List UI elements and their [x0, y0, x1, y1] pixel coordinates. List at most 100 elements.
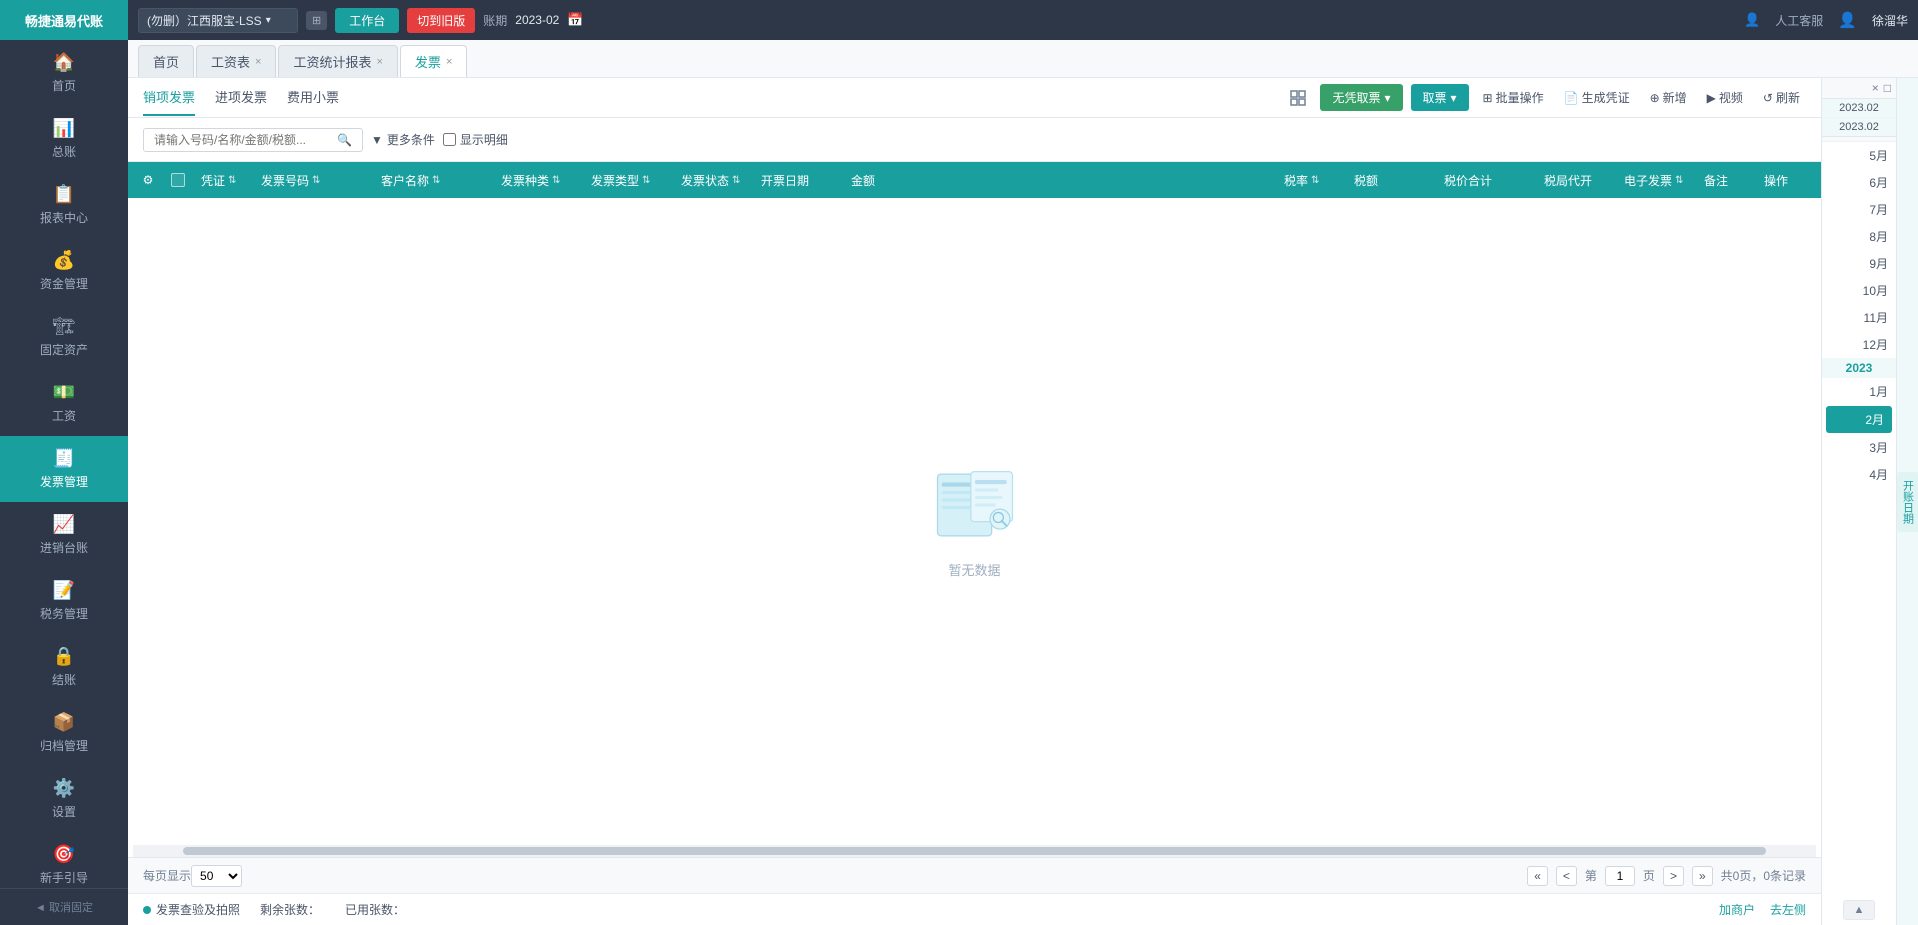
sidebar-item-home[interactable]: 🏠 首页 [0, 40, 128, 106]
date-month-2023-02[interactable]: 2月 [1826, 406, 1892, 433]
open-date-button[interactable]: 开账日期 [1897, 472, 1918, 532]
th-status: 发票状态 ⇅ [673, 172, 753, 189]
tab-home[interactable]: 首页 [138, 45, 194, 77]
th-checkbox[interactable] [163, 173, 193, 187]
date-month-2022-09[interactable]: 9月 [1822, 250, 1896, 277]
sidebar-item-funds[interactable]: 💰 资金管理 [0, 238, 128, 304]
th-remark: 备注 [1696, 172, 1756, 189]
first-page-button[interactable]: « [1527, 866, 1548, 886]
sidebar-pin-toggle[interactable]: ◄ 取消固定 [0, 888, 128, 925]
new-button[interactable]: ⊕ 新增 [1644, 84, 1693, 111]
prev-page-button[interactable]: < [1556, 866, 1577, 886]
refresh-icon: ↺ [1763, 91, 1773, 105]
invoice-type-sort-icon[interactable]: ⇅ [642, 175, 650, 186]
date-panel-close-icon[interactable]: × [1872, 81, 1879, 95]
copy-icon: ⊞ [312, 15, 321, 27]
date-month-2023-03[interactable]: 3月 [1822, 434, 1896, 461]
video-button[interactable]: ▶ 视频 [1701, 84, 1749, 111]
date-month-2022-12[interactable]: 12月 [1822, 331, 1896, 358]
date-scroll-up-button[interactable]: ▲ [1843, 900, 1875, 920]
show-detail-checkbox[interactable] [443, 133, 456, 146]
search-input[interactable] [154, 133, 332, 147]
go-top-link[interactable]: 去左侧 [1770, 901, 1806, 918]
month-label: 1月 [1869, 383, 1888, 400]
sidebar-item-archive[interactable]: 📦 归档管理 [0, 700, 128, 766]
show-detail-button[interactable]: 显示明细 [443, 131, 508, 148]
last-page-button[interactable]: » [1692, 866, 1713, 886]
service-label[interactable]: 人工客服 [1775, 12, 1823, 29]
invoices-icon: 🧾 [53, 448, 75, 469]
date-month-2022-10[interactable]: 10月 [1822, 277, 1896, 304]
voucher-button[interactable]: 取票 ▾ [1411, 84, 1469, 111]
voucher-sort-icon[interactable]: ⇅ [228, 175, 236, 186]
subtab-purchase[interactable]: 进项发票 [215, 79, 267, 116]
date-month-2022-06[interactable]: 6月 [1822, 169, 1896, 196]
month-label: 4月 [1869, 466, 1888, 483]
empty-illustration [925, 465, 1025, 545]
table-scrollbar[interactable] [133, 845, 1816, 857]
th-amount: 金额 [843, 172, 1276, 189]
month-label: 8月 [1869, 228, 1888, 245]
filter-button[interactable]: ▼ 更多条件 [371, 131, 435, 148]
sidebar-item-invoices[interactable]: 🧾 发票管理 [0, 436, 128, 502]
tab-salary-stats[interactable]: 工资统计报表 × [278, 45, 397, 77]
sidebar-item-label: 税务管理 [40, 605, 88, 622]
date-month-2022-08[interactable]: 8月 [1822, 223, 1896, 250]
status-sort-icon[interactable]: ⇅ [732, 175, 740, 186]
sidebar-item-settings[interactable]: ⚙️ 设置 [0, 766, 128, 832]
subtab-expense[interactable]: 费用小票 [287, 79, 339, 116]
switch-version-button[interactable]: 切到旧版 [407, 8, 475, 33]
user-name[interactable]: 徐溜华 [1872, 12, 1908, 29]
sidebar-item-guide[interactable]: 🎯 新手引导 [0, 832, 128, 888]
subtab-sales[interactable]: 销项发票 [143, 79, 195, 116]
year-2023-label: 2023 [1822, 358, 1896, 378]
tax-icon: 📝 [53, 580, 75, 601]
date-panel-expand-icon[interactable]: □ [1884, 81, 1891, 95]
refresh-button[interactable]: ↺ 刷新 [1757, 84, 1806, 111]
tab-salary[interactable]: 工资表 × [196, 45, 276, 77]
search-field[interactable]: 🔍 [143, 128, 363, 152]
sidebar-item-salary[interactable]: 💵 工资 [0, 370, 128, 436]
grid-settings-icon[interactable] [1284, 84, 1312, 112]
date-month-2022-07[interactable]: 7月 [1822, 196, 1896, 223]
tab-invoice[interactable]: 发票 × [400, 45, 467, 77]
type-sort-icon[interactable]: ⇅ [552, 175, 560, 186]
table-scrollbar-thumb[interactable] [183, 847, 1766, 855]
sidebar-item-assets[interactable]: 🏗 固定资产 [0, 304, 128, 370]
date-panel: × □ 2023.02 2023.02 5月 6月 7月 [1821, 78, 1896, 925]
th-date: 开票日期 [753, 172, 843, 189]
batch-op-button[interactable]: ⊞ 批量操作 [1477, 84, 1550, 111]
sidebar-item-tax[interactable]: 📝 税务管理 [0, 568, 128, 634]
einvoice-sort-icon[interactable]: ⇅ [1675, 175, 1683, 186]
copy-button[interactable]: ⊞ [306, 11, 327, 30]
sidebar-item-closing[interactable]: 🔒 结账 [0, 634, 128, 700]
join-community-link[interactable]: 加商户 [1719, 901, 1755, 918]
date-month-2022-05[interactable]: 5月 [1822, 142, 1896, 169]
sidebar-item-label: 固定资产 [40, 341, 88, 358]
date-month-2023-04[interactable]: 4月 [1822, 461, 1896, 488]
sidebar-item-label: 报表中心 [40, 209, 88, 226]
no-voucher-button[interactable]: 无凭取票 ▾ [1320, 84, 1402, 111]
sidebar-item-reports[interactable]: 📋 报表中心 [0, 172, 128, 238]
date-header-2: 2023.02 [1839, 121, 1879, 133]
page-input[interactable] [1605, 866, 1635, 886]
sidebar-item-sales[interactable]: 📈 进销台账 [0, 502, 128, 568]
workspace-button[interactable]: 工作台 [335, 8, 399, 33]
date-month-2023-01[interactable]: 1月 [1822, 378, 1896, 405]
tab-salary-close-icon[interactable]: × [255, 56, 261, 68]
sidebar-item-ledger[interactable]: 📊 总账 [0, 106, 128, 172]
select-all-checkbox[interactable] [171, 173, 185, 187]
company-selector[interactable]: (勿删）江西服宝-LSS ▾ [138, 8, 298, 33]
tab-invoice-close-icon[interactable]: × [446, 56, 452, 68]
date-month-2022-11[interactable]: 11月 [1822, 304, 1896, 331]
tax-rate-sort-icon[interactable]: ⇅ [1311, 175, 1319, 186]
invoice-no-sort-icon[interactable]: ⇅ [312, 175, 320, 186]
content-area: 销项发票 进项发票 费用小票 无凭取票 ▾ [128, 78, 1918, 925]
tab-salary-stats-close-icon[interactable]: × [376, 56, 382, 68]
th-settings[interactable]: ⚙ [133, 173, 163, 187]
next-page-button[interactable]: > [1663, 866, 1684, 886]
topbar-right: 👤 人工客服 👤 徐溜华 [1744, 11, 1908, 29]
page-size-select[interactable]: 50 10 20 100 [191, 865, 242, 887]
gen-voucher-button[interactable]: 📄 生成凭证 [1558, 84, 1636, 111]
customer-sort-icon[interactable]: ⇅ [432, 175, 440, 186]
